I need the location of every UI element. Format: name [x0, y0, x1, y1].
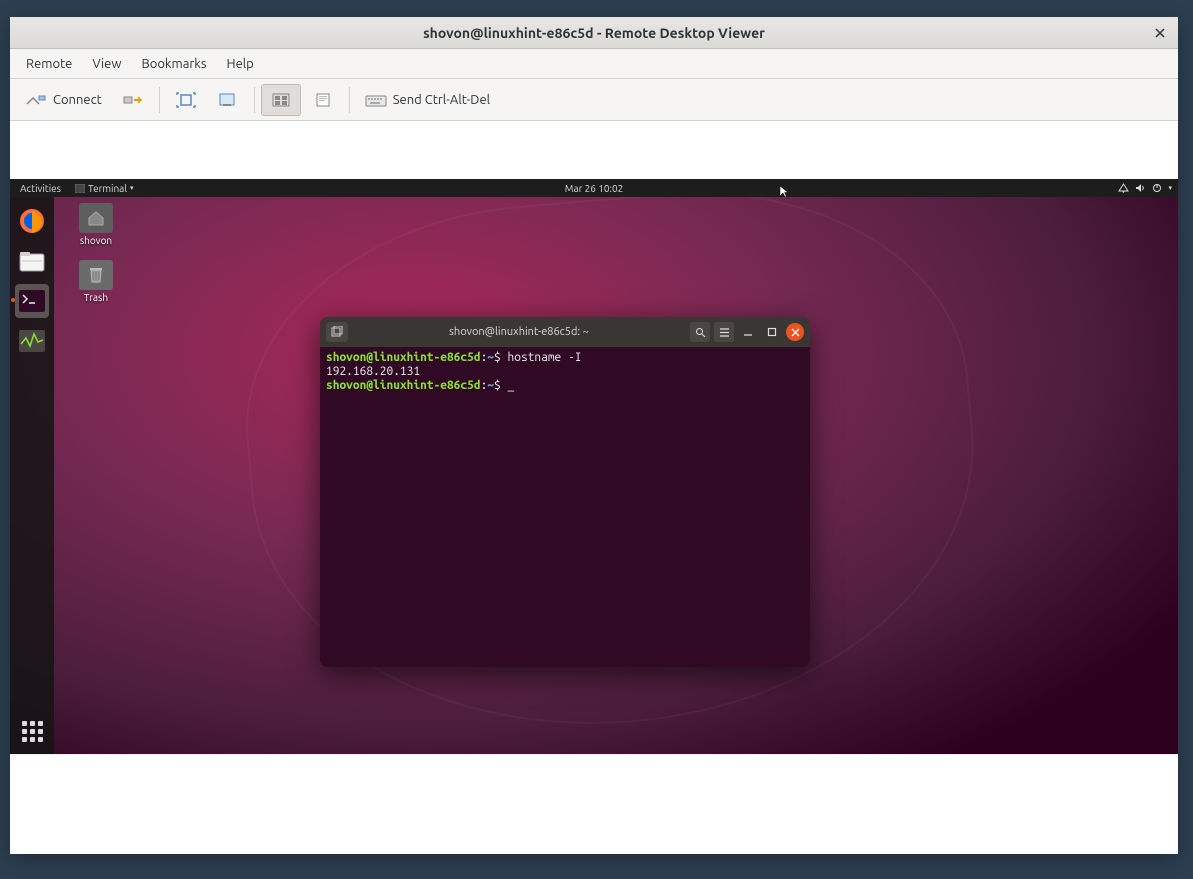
topbar-app-label: Terminal	[88, 183, 127, 194]
power-icon	[1152, 183, 1162, 193]
terminal-command: hostname -I	[508, 351, 582, 364]
new-tab-icon	[331, 326, 343, 338]
hamburger-icon	[719, 327, 730, 338]
remote-screen[interactable]: Activities Terminal ▾ Mar 26 10:02 ▾	[10, 179, 1178, 754]
dock-firefox[interactable]	[15, 204, 49, 238]
readonly-icon	[312, 91, 334, 109]
system-monitor-icon	[19, 330, 45, 352]
terminal-icon	[19, 290, 45, 312]
topbar-app-menu[interactable]: Terminal ▾	[75, 183, 133, 194]
dock-system-monitor[interactable]	[15, 324, 49, 358]
menu-view[interactable]: View	[82, 53, 131, 75]
remote-desktop-viewer-window: shovon@linuxhint-e86c5d - Remote Desktop…	[10, 17, 1178, 854]
terminal-output: 192.168.20.131	[326, 365, 804, 379]
topbar-datetime[interactable]: Mar 26 10:02	[565, 183, 624, 194]
terminal-window[interactable]: shovon@linuxhint-e86c5d: ~	[320, 317, 810, 667]
remote-padding	[10, 121, 1178, 179]
terminal-line: shovon@linuxhint-e86c5d:~$ hostname -I	[326, 351, 804, 365]
terminal-maximize-button[interactable]	[762, 322, 782, 342]
fullscreen-icon	[175, 91, 197, 109]
desktop-icons: shovon Trash	[66, 203, 126, 303]
toolbar-separator	[254, 87, 255, 113]
toolbar-separator	[349, 87, 350, 113]
dock-files[interactable]	[15, 244, 49, 278]
gnome-dock	[10, 197, 54, 754]
desktop-trash-label: Trash	[84, 292, 108, 303]
scaling-button[interactable]	[261, 84, 301, 116]
send-cad-button[interactable]: Send Ctrl-Alt-Del	[356, 84, 499, 116]
network-icon	[1118, 183, 1129, 193]
terminal-search-button[interactable]	[690, 322, 710, 342]
toolbar: Connect	[10, 79, 1178, 121]
keyboard-icon	[365, 91, 387, 109]
dock-show-apps[interactable]	[17, 716, 47, 746]
terminal-menu-button[interactable]	[714, 322, 734, 342]
maximize-icon	[767, 327, 777, 337]
disconnect-button[interactable]	[113, 84, 153, 116]
terminal-new-tab-button[interactable]	[326, 322, 348, 342]
trash-icon	[79, 260, 113, 290]
fullscreen-button[interactable]	[166, 84, 206, 116]
dropdown-icon: ▾	[130, 184, 134, 192]
terminal-close-button[interactable]	[786, 323, 804, 341]
scaling-icon	[270, 91, 292, 109]
terminal-minimize-button[interactable]	[738, 322, 758, 342]
topbar-status-area[interactable]: ▾	[1118, 183, 1172, 193]
desktop-home-label: shovon	[80, 235, 112, 246]
activities-button[interactable]: Activities	[16, 183, 65, 194]
screenshot-icon	[217, 91, 239, 109]
terminal-line: shovon@linuxhint-e86c5d:~$ _	[326, 379, 804, 393]
terminal-cursor: _	[508, 379, 515, 392]
connect-icon	[25, 91, 47, 109]
terminal-headerbar[interactable]: shovon@linuxhint-e86c5d: ~	[320, 317, 810, 347]
volume-icon	[1135, 183, 1146, 193]
menubar: Remote View Bookmarks Help	[10, 49, 1178, 79]
disconnect-icon	[122, 91, 144, 109]
readonly-button[interactable]	[303, 84, 343, 116]
firefox-icon	[18, 207, 46, 235]
send-cad-label: Send Ctrl-Alt-Del	[393, 93, 490, 107]
connect-label: Connect	[53, 93, 102, 107]
remote-display-area: Activities Terminal ▾ Mar 26 10:02 ▾	[10, 121, 1178, 854]
files-icon	[18, 248, 46, 274]
desktop-home-folder[interactable]: shovon	[66, 203, 126, 246]
home-folder-icon	[79, 203, 113, 233]
menu-help[interactable]: Help	[217, 53, 264, 75]
terminal-title: shovon@linuxhint-e86c5d: ~	[352, 326, 686, 338]
connect-button[interactable]: Connect	[16, 84, 111, 116]
titlebar[interactable]: shovon@linuxhint-e86c5d - Remote Desktop…	[10, 17, 1178, 49]
prompt-symbol: $	[494, 351, 501, 364]
terminal-app-icon	[75, 184, 85, 193]
terminal-body[interactable]: shovon@linuxhint-e86c5d:~$ hostname -I 1…	[320, 347, 810, 667]
window-close-button[interactable]	[1150, 23, 1170, 43]
remote-padding	[10, 754, 1178, 854]
screenshot-button[interactable]	[208, 84, 248, 116]
prompt-user: shovon@linuxhint-e86c5d	[326, 351, 481, 364]
menu-remote[interactable]: Remote	[16, 53, 82, 75]
search-icon	[695, 327, 706, 338]
window-title: shovon@linuxhint-e86c5d - Remote Desktop…	[423, 25, 765, 41]
close-icon	[1154, 27, 1166, 39]
close-icon	[791, 328, 800, 337]
dock-terminal[interactable]	[15, 284, 49, 318]
gnome-topbar: Activities Terminal ▾ Mar 26 10:02 ▾	[10, 179, 1178, 197]
dropdown-icon: ▾	[1168, 184, 1172, 192]
desktop-trash[interactable]: Trash	[66, 260, 126, 303]
prompt-symbol: $	[494, 379, 501, 392]
toolbar-separator	[159, 87, 160, 113]
menu-bookmarks[interactable]: Bookmarks	[131, 53, 216, 75]
prompt-user: shovon@linuxhint-e86c5d	[326, 379, 481, 392]
minimize-icon	[743, 327, 753, 337]
